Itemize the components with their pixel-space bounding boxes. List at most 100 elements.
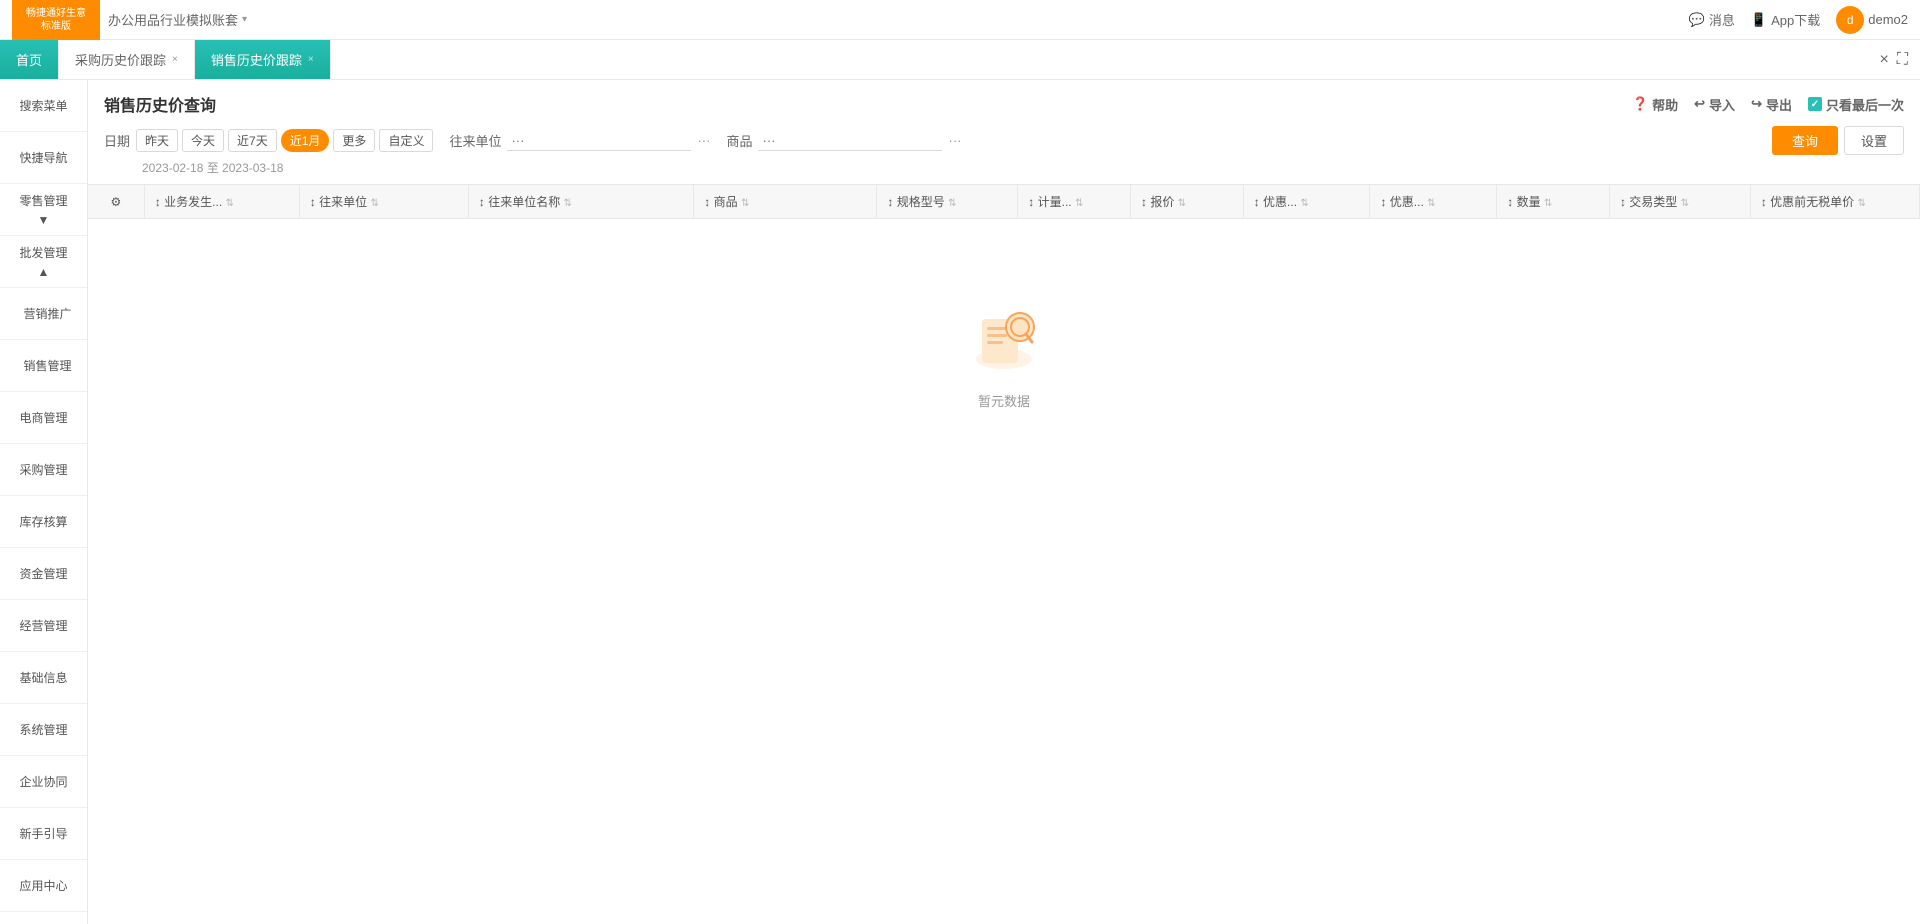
tab-purchase-close[interactable]: ×	[172, 54, 178, 65]
col-notax-header[interactable]: ↕ 优惠前无税单价 ⇅	[1750, 185, 1919, 219]
goods-filter-label: 商品	[726, 131, 752, 150]
only-last-check[interactable]: ✓ 只看最后一次	[1808, 95, 1904, 114]
date-btn-custom[interactable]: 自定义	[379, 129, 433, 152]
tab-fullscreen-button[interactable]: ⛶	[1897, 51, 1908, 69]
goods-filter-input[interactable]	[758, 131, 942, 151]
date-btn-yesterday[interactable]: 昨天	[136, 129, 178, 152]
export-icon: ↪	[1751, 96, 1762, 112]
date-btn-more[interactable]: 更多	[333, 129, 375, 152]
basic-label: 基础信息	[19, 669, 67, 686]
sidebar-item-search-menu[interactable]: 搜索菜单	[0, 80, 87, 132]
col-unit-header[interactable]: ↕ 计量... ⇅	[1018, 185, 1131, 219]
tab-home-label: 首页	[16, 50, 42, 69]
col-spec-header[interactable]: ↕ 规格型号 ⇅	[877, 185, 1018, 219]
date-btn-7days[interactable]: 近7天	[228, 129, 277, 152]
sidebar-item-corp[interactable]: 企业协同	[0, 756, 87, 808]
retail-label: 零售管理	[19, 192, 67, 209]
sidebar-item-quick-nav[interactable]: 快捷导航	[0, 132, 87, 184]
content-area: 销售历史价查询 ❓ 帮助 ↩ 导入 ↪ 导出 ✓	[88, 80, 1920, 924]
sidebar-item-marketing[interactable]: 营销推广	[0, 288, 87, 340]
tab-close-all-button[interactable]: ×	[1879, 51, 1888, 69]
sidebar-item-wechat[interactable]: 企业微信	[0, 912, 87, 924]
help-label: 帮助	[1652, 95, 1678, 114]
tab-purchase-label: 采购历史价跟踪	[75, 50, 166, 69]
app-download-label: App下载	[1771, 10, 1820, 29]
col-partner-name-header[interactable]: ↕ 往来单位名称 ⇅	[468, 185, 693, 219]
quick-nav-label: 快捷导航	[19, 149, 67, 166]
partner-filter-dots: ···	[697, 133, 710, 148]
sidebar-item-system[interactable]: 系统管理	[0, 704, 87, 756]
col-partner-code-header[interactable]: ↕ 往来单位 ⇅	[299, 185, 468, 219]
table-container: ⚙ ↕ 业务发生... ⇅ ↕ 往来单位 ⇅ ↕ 往来单位名称 ⇅ ↕ 商品 ⇅…	[88, 185, 1920, 924]
partner-filter-input[interactable]	[507, 131, 691, 151]
sidebar-item-ops[interactable]: 经营管理	[0, 600, 87, 652]
tab-sales[interactable]: 销售历史价跟踪 ×	[195, 40, 331, 79]
filter-date-range: 2023-02-18 至 2023-03-18	[104, 159, 1904, 176]
sidebar-item-basic[interactable]: 基础信息	[0, 652, 87, 704]
message-icon: 💬	[1689, 12, 1705, 28]
import-button[interactable]: ↩ 导入	[1694, 95, 1735, 114]
col-price-header[interactable]: ↕ 报价 ⇅	[1130, 185, 1243, 219]
import-icon: ↩	[1694, 96, 1705, 112]
date-range-text: 2023-02-18 至 2023-03-18	[142, 159, 283, 176]
ops-label: 经营管理	[19, 617, 67, 634]
page-header: 销售历史价查询 ❓ 帮助 ↩ 导入 ↪ 导出 ✓	[88, 80, 1920, 185]
col-goods-header[interactable]: ↕ 商品 ⇅	[694, 185, 877, 219]
wholesale-arrow: ▲	[38, 265, 50, 279]
sidebar-item-ecom[interactable]: 电商管理	[0, 392, 87, 444]
wholesale-label: 批发管理	[19, 244, 67, 261]
sales-mgr-label: 销售管理	[23, 357, 71, 374]
sidebar-item-guide[interactable]: 新手引导	[0, 808, 87, 860]
sidebar-item-apps[interactable]: 应用中心	[0, 860, 87, 912]
help-button[interactable]: ❓ 帮助	[1632, 95, 1678, 114]
data-table: ⚙ ↕ 业务发生... ⇅ ↕ 往来单位 ⇅ ↕ 往来单位名称 ⇅ ↕ 商品 ⇅…	[88, 185, 1920, 219]
export-button[interactable]: ↪ 导出	[1751, 95, 1792, 114]
message-label: 消息	[1709, 10, 1735, 29]
col-disc1-header[interactable]: ↕ 优惠... ⇅	[1243, 185, 1370, 219]
filter-bar: 日期 昨天 今天 近7天 近1月 更多 自定义 往来单位 ···	[104, 126, 1904, 155]
col-qty-header[interactable]: ↕ 数量 ⇅	[1497, 185, 1610, 219]
query-button[interactable]: 查询	[1772, 126, 1838, 155]
table-header-row: ⚙ ↕ 业务发生... ⇅ ↕ 往来单位 ⇅ ↕ 往来单位名称 ⇅ ↕ 商品 ⇅…	[88, 185, 1920, 219]
col-disc2-header[interactable]: ↕ 优惠... ⇅	[1370, 185, 1497, 219]
date-btn-today[interactable]: 今天	[182, 129, 224, 152]
tab-bar: 首页 采购历史价跟踪 × 销售历史价跟踪 × × ⛶	[0, 40, 1920, 80]
apps-label: 应用中心	[19, 877, 67, 894]
setting-button[interactable]: 设置	[1844, 126, 1904, 155]
guide-label: 新手引导	[19, 825, 67, 842]
goods-filter-dots: ···	[948, 133, 961, 148]
col-gear-header[interactable]: ⚙	[88, 185, 144, 219]
sidebar-item-retail[interactable]: 零售管理 ▼	[0, 184, 87, 236]
sidebar-item-inventory[interactable]: 库存核算	[0, 496, 87, 548]
page-title-text: 销售历史价查询	[104, 92, 216, 116]
only-last-label: 只看最后一次	[1826, 95, 1904, 114]
date-buttons: 昨天 今天 近7天 近1月 更多 自定义	[136, 129, 433, 152]
sidebar-item-wholesale[interactable]: 批发管理 ▲	[0, 236, 87, 288]
date-btn-1month[interactable]: 近1月	[281, 129, 330, 152]
inventory-label: 库存核算	[19, 513, 67, 530]
message-button[interactable]: 💬 消息	[1689, 10, 1735, 29]
purchase-mgr-label: 采购管理	[19, 461, 67, 478]
app-download-button[interactable]: 📱 App下载	[1751, 10, 1820, 29]
partner-filter-label: 往来单位	[449, 131, 501, 150]
goods-filter-group: 商品 ···	[726, 131, 961, 151]
tab-actions: × ⛶	[1867, 40, 1920, 79]
tab-home[interactable]: 首页	[0, 40, 59, 79]
page-title-row: 销售历史价查询 ❓ 帮助 ↩ 导入 ↪ 导出 ✓	[104, 92, 1904, 116]
col-trade-header[interactable]: ↕ 交易类型 ⇅	[1609, 185, 1750, 219]
tab-purchase[interactable]: 采购历史价跟踪 ×	[59, 40, 195, 79]
sidebar-item-purchase-mgr[interactable]: 采购管理	[0, 444, 87, 496]
system-label: 系统管理	[19, 721, 67, 738]
col-bizdate-header[interactable]: ↕ 业务发生... ⇅	[144, 185, 299, 219]
only-last-checkbox[interactable]: ✓	[1808, 97, 1822, 111]
top-bar: 畅捷通好生意标准版 办公用品行业模拟账套 ▾ 💬 消息 📱 App下载 d de…	[0, 0, 1920, 40]
partner-filter-group: 往来单位 ···	[449, 131, 710, 151]
empty-state: 暂元数据	[88, 219, 1920, 490]
app-download-icon: 📱	[1751, 12, 1767, 28]
app-selector-chevron: ▾	[242, 14, 247, 25]
sidebar-item-finance[interactable]: 资金管理	[0, 548, 87, 600]
app-selector[interactable]: 办公用品行业模拟账套 ▾	[108, 10, 247, 29]
user-area[interactable]: d demo2	[1836, 6, 1908, 34]
tab-sales-close[interactable]: ×	[308, 54, 314, 65]
sidebar-item-sales-mgr[interactable]: 销售管理	[0, 340, 87, 392]
